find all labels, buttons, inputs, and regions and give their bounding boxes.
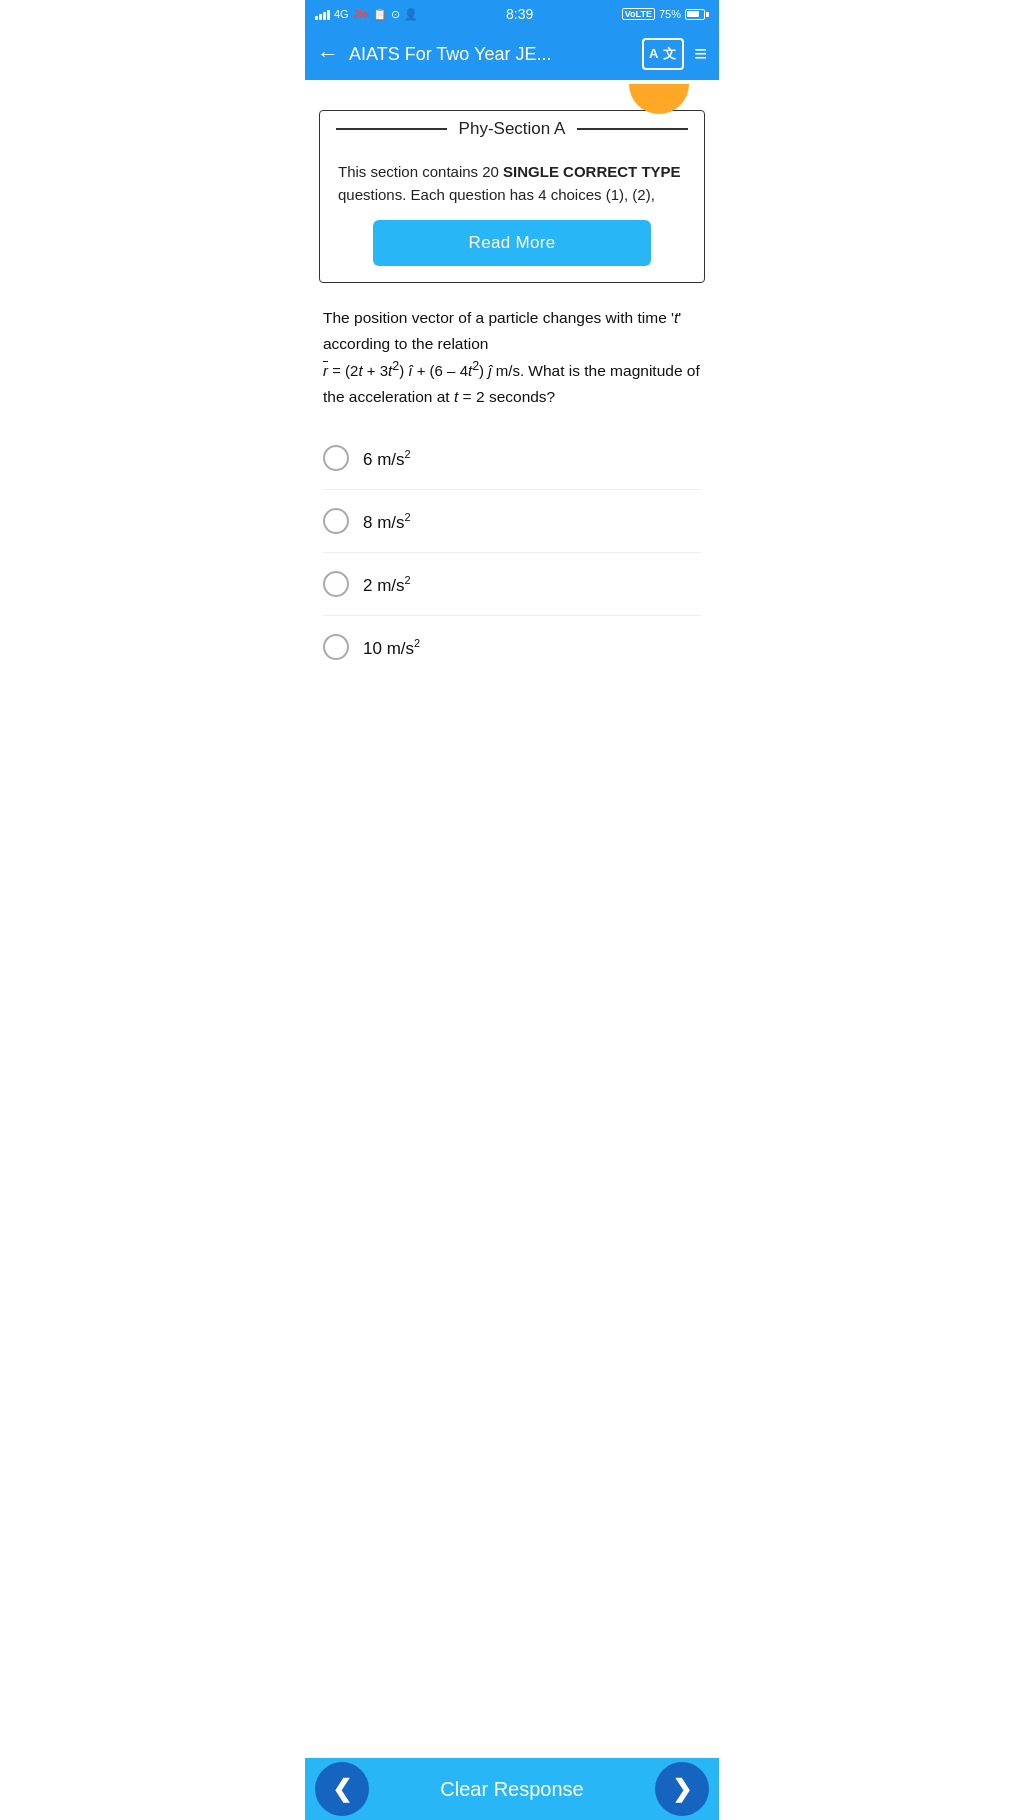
section-body: This section contains 20 SINGLE CORRECT … (320, 147, 704, 282)
signal-icon (315, 8, 330, 20)
user-icon: 👤 (404, 8, 418, 21)
question-equation: r = (2t + 3t2) î + (6 – 4t2) ĵ m/s. (323, 362, 528, 379)
radio-c[interactable] (323, 571, 349, 597)
question-text: The position vector of a particle change… (323, 305, 701, 409)
section-info-box: Phy-Section A This section contains 20 S… (319, 110, 705, 283)
option-a-label: 6 m/s2 (363, 448, 411, 470)
title-line-left (336, 128, 447, 130)
notification-icon: 📋 (373, 8, 387, 21)
section-description: This section contains 20 SINGLE CORRECT … (338, 161, 686, 206)
section-title-row: Phy-Section A (320, 111, 704, 147)
read-more-button[interactable]: Read More (373, 220, 651, 266)
radio-d[interactable] (323, 634, 349, 660)
question-area: The position vector of a particle change… (305, 297, 719, 409)
radio-a[interactable] (323, 445, 349, 471)
status-right: VoLTE 75% (622, 8, 709, 20)
option-c-label: 2 m/s2 (363, 574, 411, 596)
battery-icon (685, 9, 709, 20)
radio-b[interactable] (323, 508, 349, 534)
status-left: 4G Jio 📋 ⊙ 👤 (315, 8, 418, 21)
top-decoration (305, 80, 719, 110)
back-button[interactable]: ← (317, 41, 339, 67)
option-d[interactable]: 10 m/s2 (323, 616, 701, 678)
option-c[interactable]: 2 m/s2 (323, 553, 701, 615)
title-line-right (577, 128, 688, 130)
question-intro: The position vector of a particle change… (323, 309, 681, 352)
status-bar: 4G Jio 📋 ⊙ 👤 8:39 VoLTE 75% (305, 0, 719, 28)
options-container: 6 m/s2 8 m/s2 2 m/s2 10 m/s2 (305, 413, 719, 678)
menu-button[interactable]: ≡ (694, 41, 707, 67)
time-display: 8:39 (506, 6, 533, 22)
battery-percentage: 75% (659, 8, 681, 20)
option-a[interactable]: 6 m/s2 (323, 427, 701, 489)
option-b[interactable]: 8 m/s2 (323, 490, 701, 552)
option-b-label: 8 m/s2 (363, 511, 411, 533)
option-d-label: 10 m/s2 (363, 637, 420, 659)
carrier-label: Jio (353, 8, 369, 20)
translate-button[interactable]: A 文 (642, 38, 684, 70)
page-title: AIATS For Two Year JE... (349, 44, 632, 65)
section-title: Phy-Section A (447, 111, 578, 147)
circle-icon: ⊙ (391, 8, 400, 21)
volte-badge: VoLTE (622, 8, 655, 20)
navbar: ← AIATS For Two Year JE... A 文 ≡ (305, 28, 719, 80)
translate-icon: A 文 (649, 45, 678, 63)
network-label: 4G (334, 8, 349, 20)
